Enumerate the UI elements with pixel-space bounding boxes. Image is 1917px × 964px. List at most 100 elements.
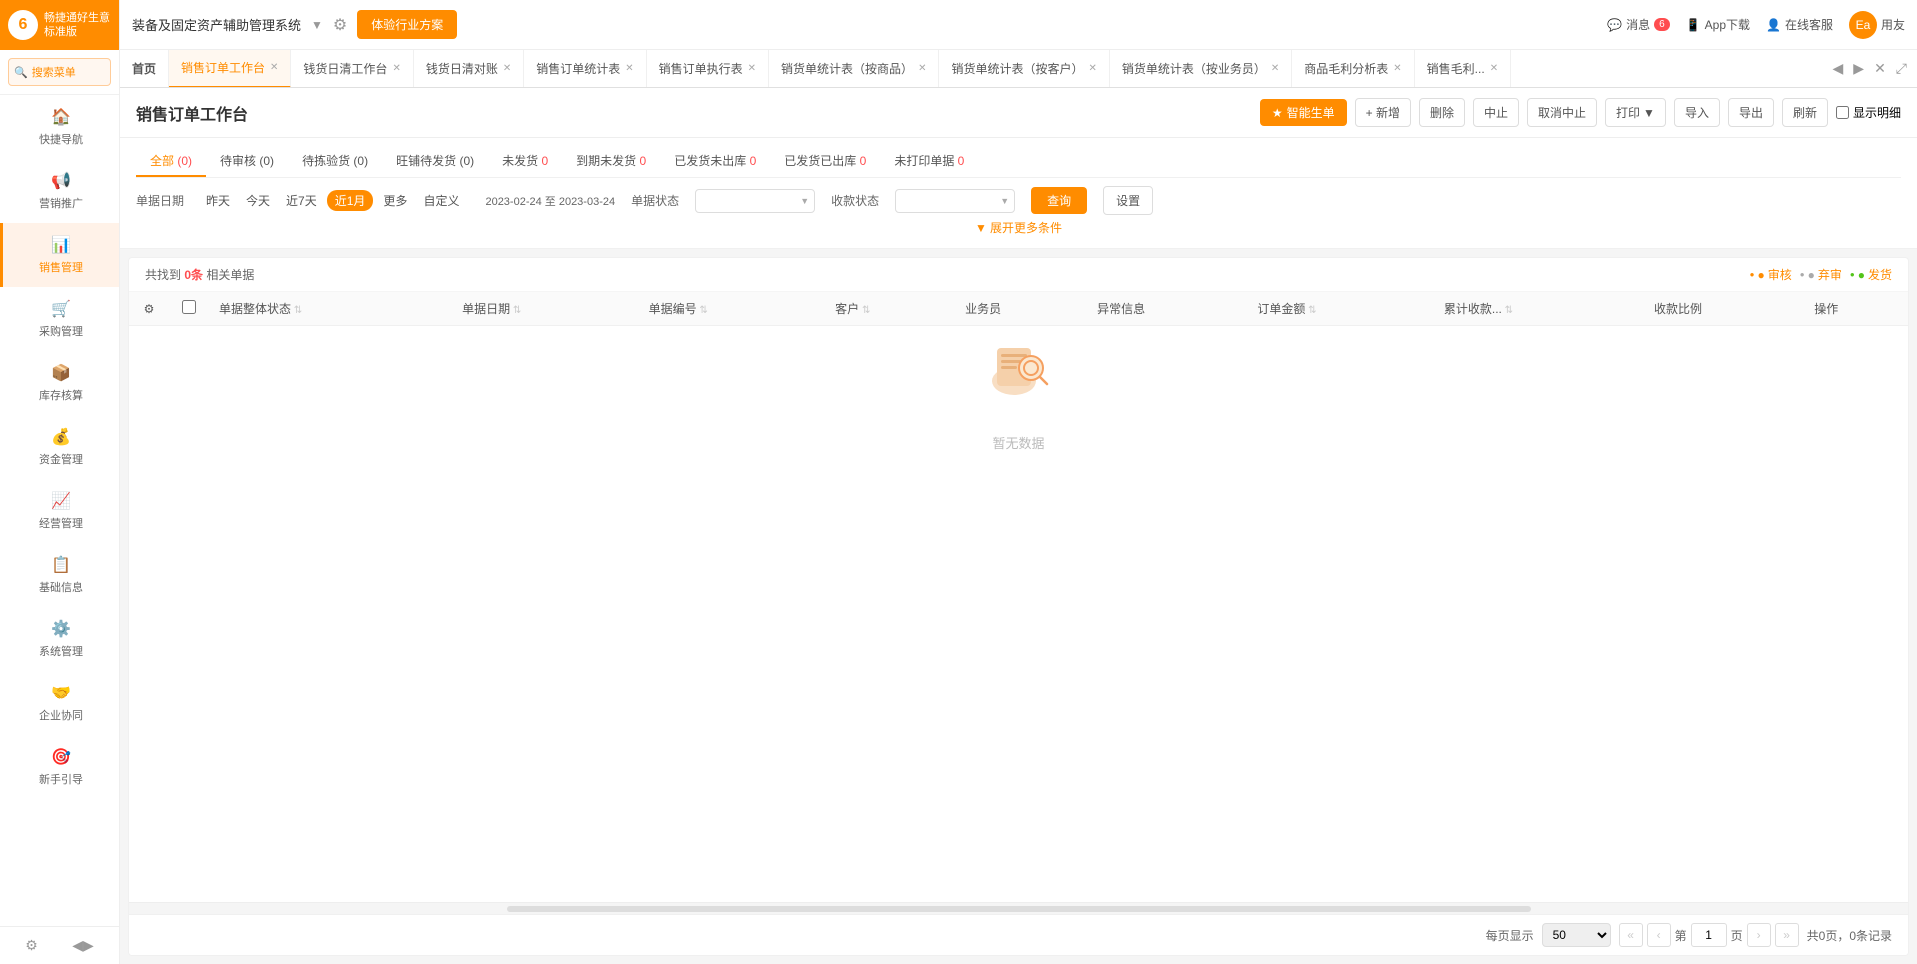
refresh-button[interactable]: 刷新 [1782, 98, 1828, 127]
online-service[interactable]: 👤 在线客服 [1766, 16, 1833, 33]
stop-button[interactable]: 中止 [1473, 98, 1519, 127]
tab-goods-stats-close[interactable]: ✕ [918, 63, 926, 74]
tab-sales-workbench[interactable]: 销售订单工作台 ✕ [169, 50, 291, 88]
sidebar-item-system[interactable]: ⚙️ 系统管理 [0, 607, 119, 671]
tab-sales-margin-close[interactable]: ✕ [1490, 63, 1498, 74]
tab-scroll-right[interactable]: ▶ [1849, 58, 1868, 79]
page-next-button[interactable]: › [1747, 923, 1771, 947]
collapse-sidebar-icon[interactable]: ◀▶ [72, 937, 94, 954]
filter-tab-all[interactable]: 全部 (0) [136, 146, 206, 177]
cancel-stop-button[interactable]: 取消中止 [1527, 98, 1597, 127]
tab-gross-profit[interactable]: 商品毛利分析表 ✕ [1292, 50, 1414, 88]
filter-tab-pending[interactable]: 待审核 (0) [206, 146, 288, 177]
expand-more-button[interactable]: ▼ 展开更多条件 [975, 219, 1062, 236]
import-button[interactable]: 导入 [1674, 98, 1720, 127]
sidebar-item-marketing[interactable]: 📢 营销推广 [0, 159, 119, 223]
filter-tab-inspect[interactable]: 待拣验货 (0) [288, 146, 382, 177]
search-menu-button[interactable]: 🔍 搜索菜单 [8, 58, 111, 86]
col-cumulative-payment[interactable]: 累计收款... [1434, 292, 1644, 326]
tab-salesman-stats[interactable]: 销货单统计表（按业务员） ✕ [1110, 50, 1292, 88]
tab-home[interactable]: 首页 [120, 50, 169, 88]
industry-solution-button[interactable]: 体验行业方案 [357, 10, 457, 39]
date-opt-yesterday[interactable]: 昨天 [200, 190, 236, 211]
collection-filter-select[interactable] [895, 189, 1015, 213]
tab-scroll-left[interactable]: ◀ [1829, 58, 1848, 79]
set-button[interactable]: 设置 [1103, 186, 1153, 215]
settings-footer-icon[interactable]: ⚙ [25, 937, 38, 954]
filter-tab-wangpu[interactable]: 旺铺待发货 (0) [382, 146, 488, 177]
tab-goods-stats[interactable]: 销货单统计表（按商品） ✕ [769, 50, 939, 88]
col-payment-ratio[interactable]: 收款比例 [1644, 292, 1804, 326]
page-first-button[interactable]: « [1619, 923, 1643, 947]
batch-cancel-button[interactable]: ● 弃审 [1800, 266, 1842, 283]
filter-tab-shipped-not-out[interactable]: 已发货未出库 0 [660, 146, 770, 177]
tab-close-all[interactable]: ✕ [1870, 58, 1890, 79]
topbar-settings-icon[interactable]: ⚙ [333, 15, 347, 35]
app-download[interactable]: 📱 App下载 [1686, 16, 1750, 33]
user-profile[interactable]: Ea 用友 [1849, 11, 1905, 39]
col-status[interactable]: 单据整体状态 [209, 292, 452, 326]
sidebar-item-enterprise[interactable]: 🤝 企业协同 [0, 671, 119, 735]
sidebar-item-operations[interactable]: 📈 经营管理 [0, 479, 119, 543]
tab-sales-workbench-close[interactable]: ✕ [270, 62, 278, 73]
status-filter-select[interactable] [695, 189, 815, 213]
tab-customer-stats[interactable]: 销货单统计表（按客户） ✕ [939, 50, 1109, 88]
sidebar-item-sales[interactable]: 📊 销售管理 [0, 223, 119, 287]
delete-button[interactable]: 删除 [1419, 98, 1465, 127]
page-prev-button[interactable]: ‹ [1647, 923, 1671, 947]
message-center[interactable]: 💬 消息 6 [1607, 16, 1670, 33]
tab-salesman-stats-close[interactable]: ✕ [1271, 63, 1279, 74]
page-last-button[interactable]: » [1775, 923, 1799, 947]
sidebar-item-finance[interactable]: 💰 资金管理 [0, 415, 119, 479]
sidebar-item-quick-nav[interactable]: 🏠 快捷导航 [0, 95, 119, 159]
tab-sales-exec[interactable]: 销售订单执行表 ✕ [647, 50, 769, 88]
date-opt-1month[interactable]: 近1月 [327, 190, 374, 211]
tab-sales-stats-close[interactable]: ✕ [625, 63, 633, 74]
sidebar-item-inventory[interactable]: 📦 库存核算 [0, 351, 119, 415]
col-salesman[interactable]: 业务员 [955, 292, 1087, 326]
col-anomaly[interactable]: 异常信息 [1087, 292, 1247, 326]
tab-sales-margin[interactable]: 销售毛利... ✕ [1415, 50, 1511, 88]
select-all-checkbox[interactable] [182, 300, 196, 314]
col-settings[interactable]: ⚙ [129, 292, 169, 326]
tab-gross-profit-close[interactable]: ✕ [1393, 63, 1401, 74]
filter-tab-overdue[interactable]: 到期未发货 0 [562, 146, 660, 177]
col-number[interactable]: 单据编号 [639, 292, 826, 326]
filter-tab-shipped-out[interactable]: 已发货已出库 0 [770, 146, 880, 177]
filter-tab-unprinted[interactable]: 未打印单据 0 [880, 146, 978, 177]
col-customer[interactable]: 客户 [825, 292, 955, 326]
tab-sales-exec-close[interactable]: ✕ [748, 63, 756, 74]
tab-reconcile-close[interactable]: ✕ [503, 63, 511, 74]
export-button[interactable]: 导出 [1728, 98, 1774, 127]
sidebar-item-basic-info[interactable]: 📋 基础信息 [0, 543, 119, 607]
tab-reconcile[interactable]: 钱货日清对账 ✕ [414, 50, 524, 88]
show-detail-label[interactable]: 显示明细 [1836, 104, 1901, 121]
print-button[interactable]: 打印 ▼ [1605, 98, 1666, 127]
tab-daily-clear-close[interactable]: ✕ [392, 63, 400, 74]
page-size-select[interactable]: 10 20 50 100 [1542, 923, 1611, 947]
batch-ship-button[interactable]: ● 发货 [1850, 266, 1892, 283]
col-order-amount[interactable]: 订单金额 [1247, 292, 1434, 326]
tab-customer-stats-close[interactable]: ✕ [1088, 63, 1096, 74]
date-opt-7days[interactable]: 近7天 [280, 190, 323, 211]
batch-audit-button[interactable]: ● 审核 [1750, 266, 1792, 283]
query-button[interactable]: 查询 [1031, 187, 1087, 214]
filter-tab-unshipped[interactable]: 未发货 0 [488, 146, 562, 177]
page-number-input[interactable] [1691, 923, 1727, 947]
date-opt-today[interactable]: 今天 [240, 190, 276, 211]
add-button[interactable]: + 新增 [1355, 98, 1411, 127]
smart-create-button[interactable]: ★ 智能生单 [1260, 99, 1347, 126]
sidebar-icon-enterprise: 🤝 [51, 683, 71, 703]
col-check[interactable] [169, 292, 209, 326]
sidebar-item-guide[interactable]: 🎯 新手引导 [0, 735, 119, 799]
tab-daily-clear[interactable]: 钱货日清工作台 ✕ [291, 50, 413, 88]
horizontal-scrollbar[interactable] [129, 902, 1908, 914]
show-detail-checkbox[interactable] [1836, 106, 1849, 119]
col-date[interactable]: 单据日期 [452, 292, 639, 326]
sidebar-item-purchase[interactable]: 🛒 采购管理 [0, 287, 119, 351]
tab-sales-stats[interactable]: 销售订单统计表 ✕ [524, 50, 646, 88]
tab-maximize[interactable]: ⤢ [1892, 58, 1911, 79]
date-opt-more[interactable]: 更多 [377, 190, 413, 211]
topbar-dropdown-arrow[interactable]: ▼ [311, 18, 323, 32]
date-opt-custom[interactable]: 自定义 [417, 190, 465, 211]
